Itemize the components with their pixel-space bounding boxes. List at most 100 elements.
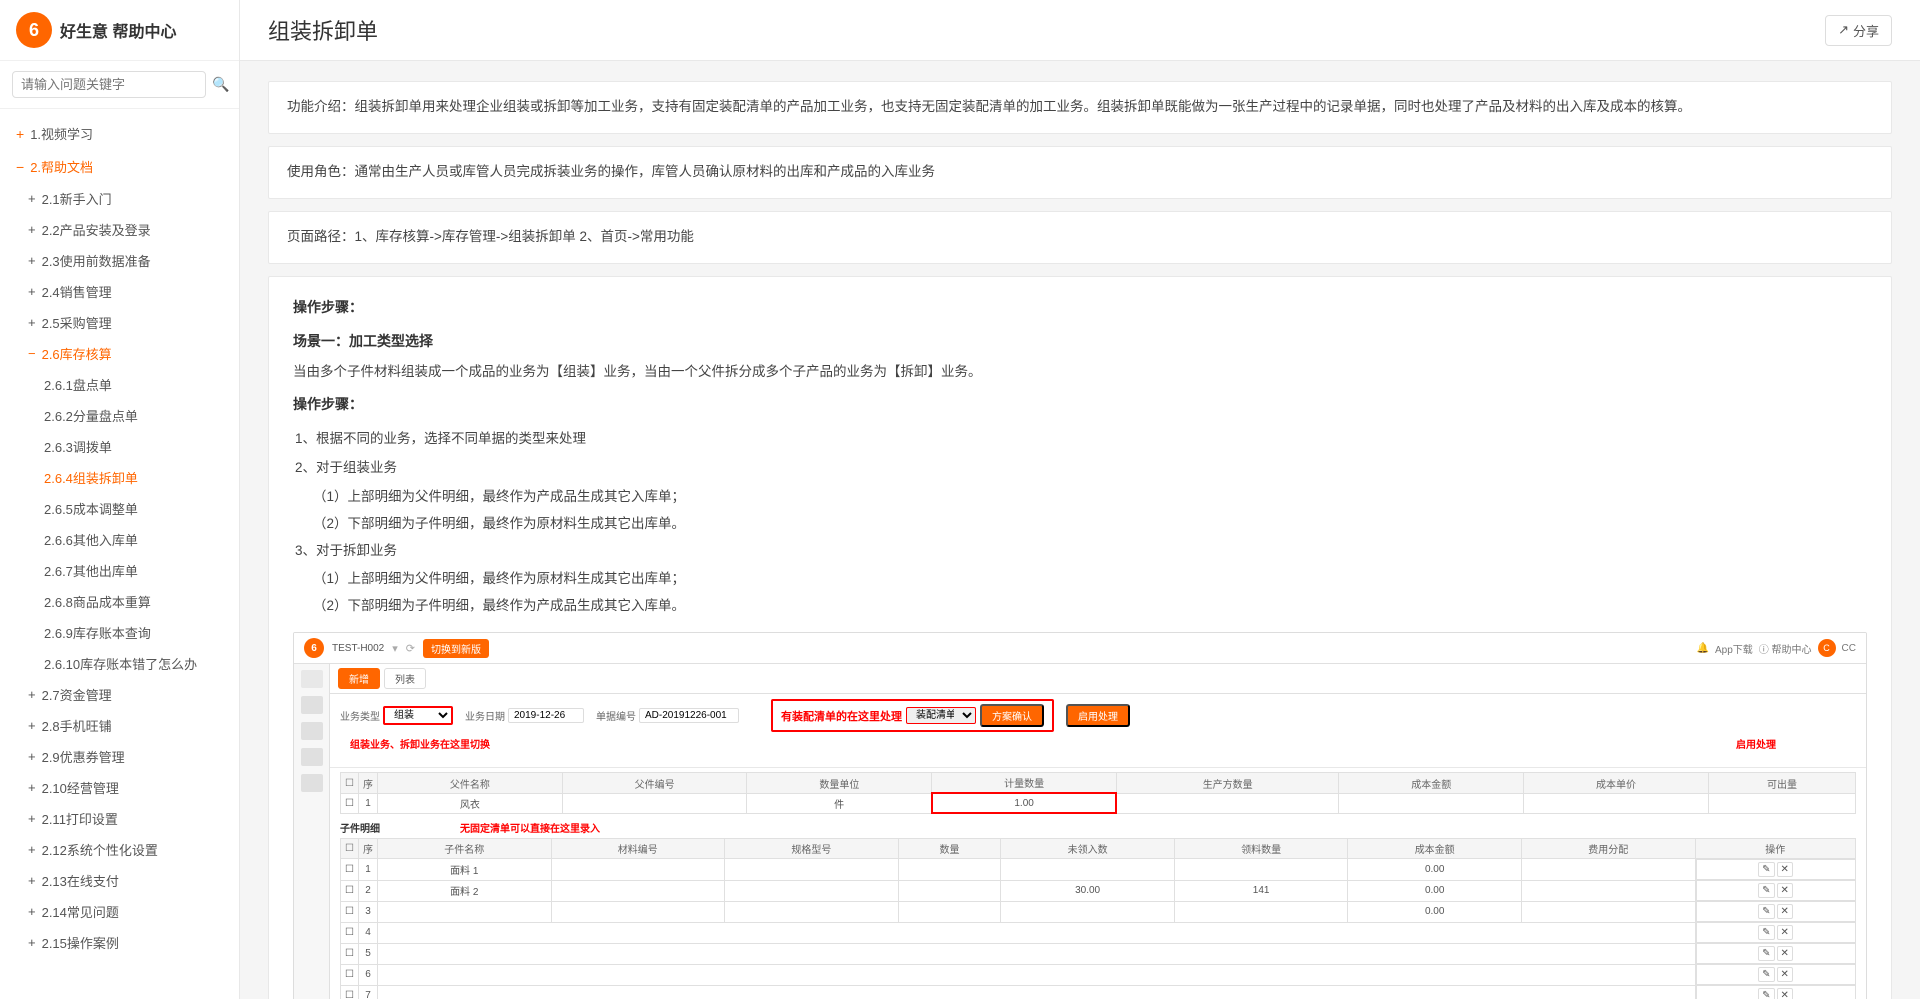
intro-block: 功能介绍：组装拆卸单用来处理企业组装或拆卸等加工业务，支持有固定装配清单的产品加… xyxy=(268,81,1892,134)
share-button[interactable]: ↗ 分享 xyxy=(1825,15,1892,46)
cr5-check[interactable]: ☐ xyxy=(341,943,359,964)
cr3-qty[interactable] xyxy=(898,901,1001,922)
cr3-edit-icon[interactable]: ✎ xyxy=(1758,904,1774,919)
app-nav-button[interactable]: 切换到新版 xyxy=(423,639,489,658)
cth-name: 子件名称 xyxy=(377,839,551,859)
nav-sub-212[interactable]: + 2.12系统个性化设置 xyxy=(28,834,239,865)
cr2-delete-icon[interactable]: ✕ xyxy=(1777,883,1793,898)
cr2-edit-icon[interactable]: ✎ xyxy=(1758,883,1774,898)
parent-qty-1[interactable]: 1.00 xyxy=(932,793,1117,813)
nav-sub-210[interactable]: + 2.10经营管理 xyxy=(28,772,239,803)
nav-item-262[interactable]: 2.6.2分量盘点单 xyxy=(44,400,239,431)
cr4-check[interactable]: ☐ xyxy=(341,922,359,943)
cr3-code[interactable] xyxy=(551,901,725,922)
parent-code-1[interactable] xyxy=(562,793,747,813)
cr2-fee[interactable] xyxy=(1521,880,1695,901)
nav-group-title-2[interactable]: − 2.帮助文档 xyxy=(0,150,239,183)
cr2-check[interactable]: ☐ xyxy=(341,880,359,901)
cr1-check[interactable]: ☐ xyxy=(341,859,359,881)
nav-sub-25[interactable]: + 2.5采购管理 xyxy=(28,307,239,338)
cr2-qty[interactable] xyxy=(898,880,1001,901)
nav-item-268[interactable]: 2.6.8商品成本重算 xyxy=(44,586,239,617)
enable-button[interactable]: 启用处理 xyxy=(1066,704,1130,727)
cr1-fee[interactable] xyxy=(1521,859,1695,881)
nav-sub-26[interactable]: − 2.6库存核算 xyxy=(28,338,239,369)
nav-sub-211[interactable]: + 2.11打印设置 xyxy=(28,803,239,834)
cr2-name[interactable]: 面料 2 xyxy=(377,880,551,901)
nav-sub-21[interactable]: + 2.1新手入门 xyxy=(28,183,239,214)
nav-group-title-1[interactable]: + 1.视频学习 xyxy=(0,117,239,150)
cr2-code[interactable] xyxy=(551,880,725,901)
nav-item-264[interactable]: 2.6.4组装拆卸单 xyxy=(44,462,239,493)
nav-item-261[interactable]: 2.6.1盘点单 xyxy=(44,369,239,400)
parent-cost-amt-1[interactable] xyxy=(1339,793,1524,813)
cr7-delete-icon[interactable]: ✕ xyxy=(1777,988,1793,999)
app-tab-new[interactable]: 新增 xyxy=(338,668,380,689)
cr2-spec[interactable] xyxy=(725,880,899,901)
cr7-edit-icon[interactable]: ✎ xyxy=(1758,988,1774,999)
nav-item-267[interactable]: 2.6.7其他出库单 xyxy=(44,555,239,586)
cr3-unissued[interactable] xyxy=(1001,901,1175,922)
type-select[interactable]: 组装 xyxy=(383,706,453,725)
cr1-issued[interactable] xyxy=(1174,859,1348,881)
annotation-4: 无固定清单可以直接在这里录入 xyxy=(460,820,600,835)
nav-sub-214[interactable]: + 2.14常见问题 xyxy=(28,896,239,927)
nav-sub-215[interactable]: + 2.15操作案例 xyxy=(28,927,239,958)
expand-sub-28: + xyxy=(28,718,36,733)
cr1-edit-icon[interactable]: ✎ xyxy=(1758,862,1774,877)
search-input[interactable] xyxy=(12,71,206,98)
parent-unit-1[interactable]: 件 xyxy=(747,793,932,813)
cr6-delete-icon[interactable]: ✕ xyxy=(1777,967,1793,982)
cr1-delete-icon[interactable]: ✕ xyxy=(1777,862,1793,877)
parent-avail-1[interactable] xyxy=(1708,793,1855,813)
nav-item-263[interactable]: 2.6.3调拨单 xyxy=(44,431,239,462)
app-sidebar-icon-4 xyxy=(301,748,323,766)
nav-sub-24[interactable]: + 2.4销售管理 xyxy=(28,276,239,307)
confirm-button[interactable]: 方案确认 xyxy=(980,704,1044,727)
cr3-fee[interactable] xyxy=(1521,901,1695,922)
app-top-bar: 6 TEST-H002 ▾ ⟳ 切换到新版 🔔 App下载 ⓘ 帮助中心 C C… xyxy=(294,633,1866,664)
cr1-name[interactable]: 面料 1 xyxy=(377,859,551,881)
nav-item-265[interactable]: 2.6.5成本调整单 xyxy=(44,493,239,524)
cr3-check[interactable]: ☐ xyxy=(341,901,359,922)
cr4-delete-icon[interactable]: ✕ xyxy=(1777,925,1793,940)
date-input[interactable] xyxy=(508,708,584,723)
app-tab-list[interactable]: 列表 xyxy=(384,668,426,689)
cr3-issued[interactable] xyxy=(1174,901,1348,922)
nav-item-269[interactable]: 2.6.9库存账本查询 xyxy=(44,617,239,648)
cr1-unissued[interactable] xyxy=(1001,859,1175,881)
search-icon[interactable]: 🔍 xyxy=(212,76,229,93)
cr4-edit-icon[interactable]: ✎ xyxy=(1758,925,1774,940)
nav-sub-22[interactable]: + 2.2产品安装及登录 xyxy=(28,214,239,245)
nav-sub-27[interactable]: + 2.7资金管理 xyxy=(28,679,239,710)
cr3-spec[interactable] xyxy=(725,901,899,922)
cr2-issued[interactable]: 141 xyxy=(1174,880,1348,901)
nav-item-266[interactable]: 2.6.6其他入库单 xyxy=(44,524,239,555)
bill-input[interactable] xyxy=(639,708,739,723)
cr3-name[interactable] xyxy=(377,901,551,922)
parent-name-1[interactable]: 风衣 xyxy=(377,793,562,813)
step-2-2: （2）下部明细为子件明细，最终作为原材料生成其它出库单。 xyxy=(293,513,1867,536)
nav-sub-213[interactable]: + 2.13在线支付 xyxy=(28,865,239,896)
expand-sub-23: + xyxy=(28,253,36,268)
cr1-spec[interactable] xyxy=(725,859,899,881)
cr7-check[interactable]: ☐ xyxy=(341,985,359,999)
cr6-check[interactable]: ☐ xyxy=(341,964,359,985)
parent-cost-unit-1[interactable] xyxy=(1524,793,1709,813)
parent-check-1[interactable]: ☐ xyxy=(341,793,359,813)
cr2-unissued[interactable]: 30.00 xyxy=(1001,880,1175,901)
cr3-delete-icon[interactable]: ✕ xyxy=(1777,904,1793,919)
th-seq-0: 序 xyxy=(358,773,377,794)
nav-sub-28[interactable]: + 2.8手机旺铺 xyxy=(28,710,239,741)
nav-sub-29[interactable]: + 2.9优惠券管理 xyxy=(28,741,239,772)
nav-item-2610[interactable]: 2.6.10库存账本错了怎么办 xyxy=(44,648,239,679)
parent-prod-1[interactable] xyxy=(1116,793,1338,813)
cr1-qty[interactable] xyxy=(898,859,1001,881)
confirm-select[interactable]: 装配清单 xyxy=(906,707,976,724)
cr6-edit-icon[interactable]: ✎ xyxy=(1758,967,1774,982)
nav-sub-23[interactable]: + 2.3使用前数据准备 xyxy=(28,245,239,276)
cr1-code[interactable] xyxy=(551,859,725,881)
cr5-delete-icon[interactable]: ✕ xyxy=(1777,946,1793,961)
cr5-edit-icon[interactable]: ✎ xyxy=(1758,946,1774,961)
expand-sub-215: + xyxy=(28,935,36,950)
